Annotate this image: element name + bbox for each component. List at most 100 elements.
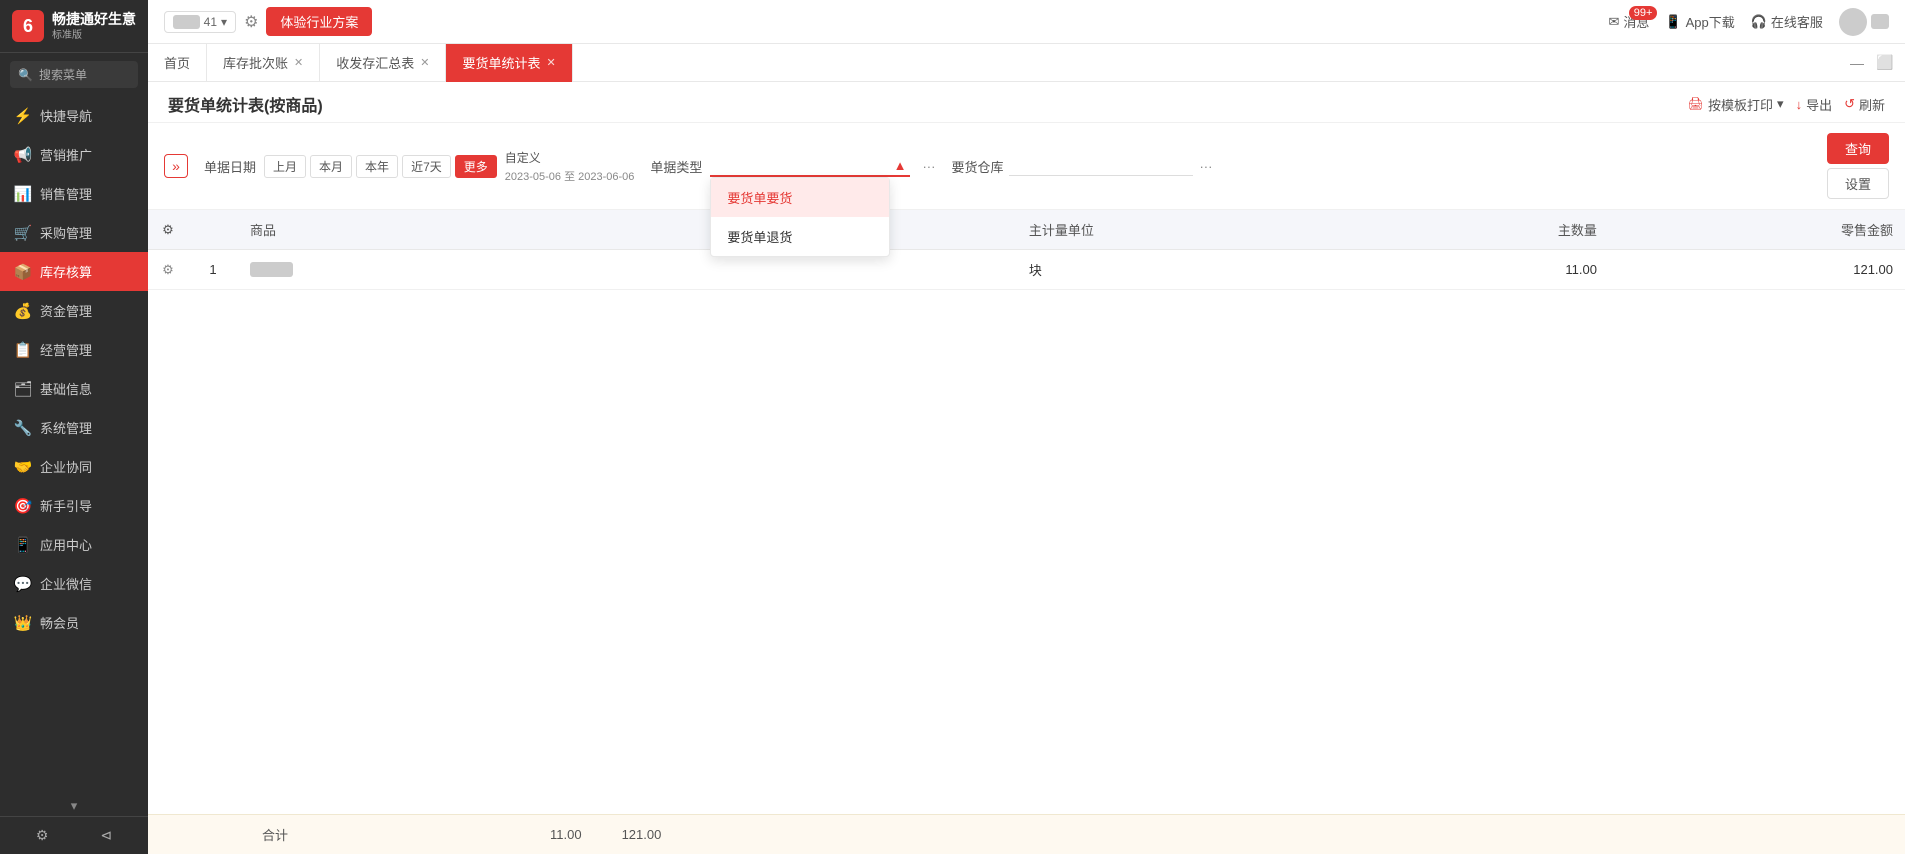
refresh-label: 刷新 <box>1859 95 1885 114</box>
tab-receive-summary-close[interactable]: ✕ <box>420 56 429 69</box>
page-header: 要货单统计表(按商品) 🖨 按模板打印 ▾ ↓ 导出 ↺ 刷新 <box>148 82 1905 123</box>
col-gear[interactable]: ⚙ <box>148 210 188 250</box>
topbar-gear-btn[interactable]: ⚙ <box>244 12 258 32</box>
sidebar-bottom: ⚙ ⊲ <box>0 816 148 854</box>
sidebar-item-sales[interactable]: 📊 销售管理 <box>0 174 148 213</box>
sidebar-item-operations[interactable]: 📋 经营管理 <box>0 330 148 369</box>
tab-order-summary-close[interactable]: ✕ <box>547 56 556 69</box>
online-service-btn[interactable]: 🎧 在线客服 <box>1751 12 1823 31</box>
table-wrapper: ⚙ 商品 主计量单位 主数量 零售金额 ⚙ 1 <box>148 210 1905 814</box>
warehouse-input[interactable] <box>1009 156 1193 176</box>
type-select-input[interactable]: ▲ <box>710 156 910 177</box>
set-btn[interactable]: 设置 <box>1827 168 1889 199</box>
sidebar-item-inventory[interactable]: 📦 库存核算 <box>0 252 148 291</box>
date-custom-btn[interactable]: 自定义 <box>505 149 635 166</box>
date-filter-group: 单据日期 上月 本月 本年 近7天 更多 自定义 2023-05-06 至 20… <box>204 149 634 184</box>
row-amount-cell: 121.00 <box>1609 250 1905 290</box>
page-header-actions: 🖨 按模板打印 ▾ ↓ 导出 ↺ 刷新 <box>1688 95 1886 114</box>
user-avatar-btn[interactable] <box>1839 8 1889 36</box>
table-footer: 合计 11.00 121.00 <box>148 814 1905 854</box>
page-title: 要货单统计表(按商品) <box>168 92 323 116</box>
app-download-btn[interactable]: 📱 App下载 <box>1665 12 1734 31</box>
filter-expand-btn[interactable]: » <box>164 154 188 178</box>
collapse-btn[interactable]: ⊲ <box>100 827 112 844</box>
sidebar-item-finance[interactable]: 💰 资金管理 <box>0 291 148 330</box>
product-name-blurred <box>250 262 293 277</box>
tabbar: 首页 库存批次账 ✕ 收发存汇总表 ✕ 要货单统计表 ✕ — ⬜ <box>148 44 1905 82</box>
export-btn[interactable]: ↓ 导出 <box>1796 95 1833 114</box>
type-dropdown: 要货单要货 要货单退货 <box>710 177 890 257</box>
tab-home-label: 首页 <box>164 53 190 72</box>
date-presets: 上月 本月 本年 近7天 更多 <box>264 155 497 178</box>
app-center-icon: 📱 <box>14 536 32 554</box>
sidebar-item-label: 基础信息 <box>40 379 92 398</box>
sidebar-logo: 6 畅捷通好生意 标准版 <box>0 0 148 53</box>
date-this-year-btn[interactable]: 本年 <box>356 155 398 178</box>
sidebar-item-label: 企业微信 <box>40 574 92 593</box>
sidebar-item-wechat[interactable]: 💬 企业微信 <box>0 564 148 603</box>
query-btn[interactable]: 查询 <box>1827 133 1889 164</box>
sidebar-item-enterprise[interactable]: 🤝 企业协同 <box>0 447 148 486</box>
company-selector[interactable]: 41 ▾ <box>164 11 236 33</box>
date-last-7days-btn[interactable]: 近7天 <box>402 155 451 178</box>
tab-home[interactable]: 首页 <box>148 44 207 82</box>
topbar-left: 41 ▾ ⚙ 体验行业方案 <box>164 7 1596 36</box>
sidebar-search[interactable]: 🔍 搜索菜单 <box>10 61 138 88</box>
column-gear-icon[interactable]: ⚙ <box>162 222 174 237</box>
tab-receive-summary[interactable]: 收发存汇总表 ✕ <box>320 44 446 82</box>
sidebar-item-app-center[interactable]: 📱 应用中心 <box>0 525 148 564</box>
sidebar-item-base-info[interactable]: 🗂 基础信息 <box>0 369 148 408</box>
sidebar-item-label: 经营管理 <box>40 340 92 359</box>
type-select-ellipsis-btn[interactable]: ··· <box>922 159 935 174</box>
settings-btn[interactable]: ⚙ <box>36 827 49 844</box>
type-select-text-input[interactable] <box>714 158 889 173</box>
dropdown-option-order[interactable]: 要货单要货 <box>711 178 889 217</box>
sidebar-item-purchase[interactable]: 🛒 采购管理 <box>0 213 148 252</box>
row-gear-cell[interactable]: ⚙ <box>148 250 188 290</box>
sidebar-item-marketing[interactable]: 📢 营销推广 <box>0 135 148 174</box>
date-last-month-btn[interactable]: 上月 <box>264 155 306 178</box>
dropdown-option-return[interactable]: 要货单退货 <box>711 217 889 256</box>
online-service-label: 在线客服 <box>1771 12 1823 31</box>
tab-inventory-batch-close[interactable]: ✕ <box>294 56 303 69</box>
sidebar-item-quick-nav[interactable]: ⚡ 快捷导航 <box>0 96 148 135</box>
member-icon: 👑 <box>14 614 32 632</box>
topbar-right: ✉ 消息 99+ 📱 App下载 🎧 在线客服 <box>1608 8 1889 36</box>
tab-inventory-batch[interactable]: 库存批次账 ✕ <box>207 44 320 82</box>
tabbar-expand-btn[interactable]: ⬜ <box>1873 51 1897 75</box>
guide-icon: 🎯 <box>14 497 32 515</box>
sidebar-scroll-down[interactable]: ▾ <box>0 796 148 816</box>
date-this-month-btn[interactable]: 本月 <box>310 155 352 178</box>
warehouse-ellipsis-btn[interactable]: ··· <box>1199 159 1212 174</box>
tabbar-minimize-btn[interactable]: — <box>1845 51 1869 75</box>
sidebar-item-label: 系统管理 <box>40 418 92 437</box>
refresh-btn[interactable]: ↺ 刷新 <box>1844 95 1885 114</box>
company-dropdown-icon: ▾ <box>221 15 227 29</box>
sidebar-item-guide[interactable]: 🎯 新手引导 <box>0 486 148 525</box>
sidebar-item-label: 新手引导 <box>40 496 92 515</box>
tab-order-summary[interactable]: 要货单统计表 ✕ <box>446 44 572 82</box>
table-header-row: ⚙ 商品 主计量单位 主数量 零售金额 <box>148 210 1905 250</box>
table-head: ⚙ 商品 主计量单位 主数量 零售金额 <box>148 210 1905 250</box>
user-avatar <box>1839 8 1867 36</box>
app-logo-icon: 6 <box>12 10 44 42</box>
refresh-icon: ↺ <box>1844 96 1855 112</box>
date-group: 自定义 2023-05-06 至 2023-06-06 <box>505 149 635 184</box>
filter-right-btns: 查询 设置 <box>1827 133 1889 199</box>
type-select-chevron-up-icon[interactable]: ▲ <box>894 158 907 173</box>
type-filter-label: 单据类型 <box>650 157 702 176</box>
trial-industry-btn[interactable]: 体验行业方案 <box>266 7 372 36</box>
date-range: 2023-05-06 至 2023-06-06 <box>505 168 635 184</box>
sidebar-item-system[interactable]: 🔧 系统管理 <box>0 408 148 447</box>
sidebar-item-label: 资金管理 <box>40 301 92 320</box>
topbar: 41 ▾ ⚙ 体验行业方案 ✉ 消息 99+ 📱 App下载 🎧 在线客服 <box>148 0 1905 44</box>
online-service-icon: 🎧 <box>1751 14 1767 30</box>
table-row: ⚙ 1 块 11.00 121.00 <box>148 250 1905 290</box>
date-more-btn[interactable]: 更多 <box>455 155 497 178</box>
sidebar-item-label: 应用中心 <box>40 535 92 554</box>
app-logo-text: 畅捷通好生意 标准版 <box>52 10 136 41</box>
print-btn[interactable]: 🖨 按模板打印 ▾ <box>1688 95 1784 114</box>
user-name-blurred <box>1871 14 1889 29</box>
messages-btn[interactable]: ✉ 消息 99+ <box>1608 12 1649 31</box>
sidebar-item-member[interactable]: 👑 畅会员 <box>0 603 148 642</box>
